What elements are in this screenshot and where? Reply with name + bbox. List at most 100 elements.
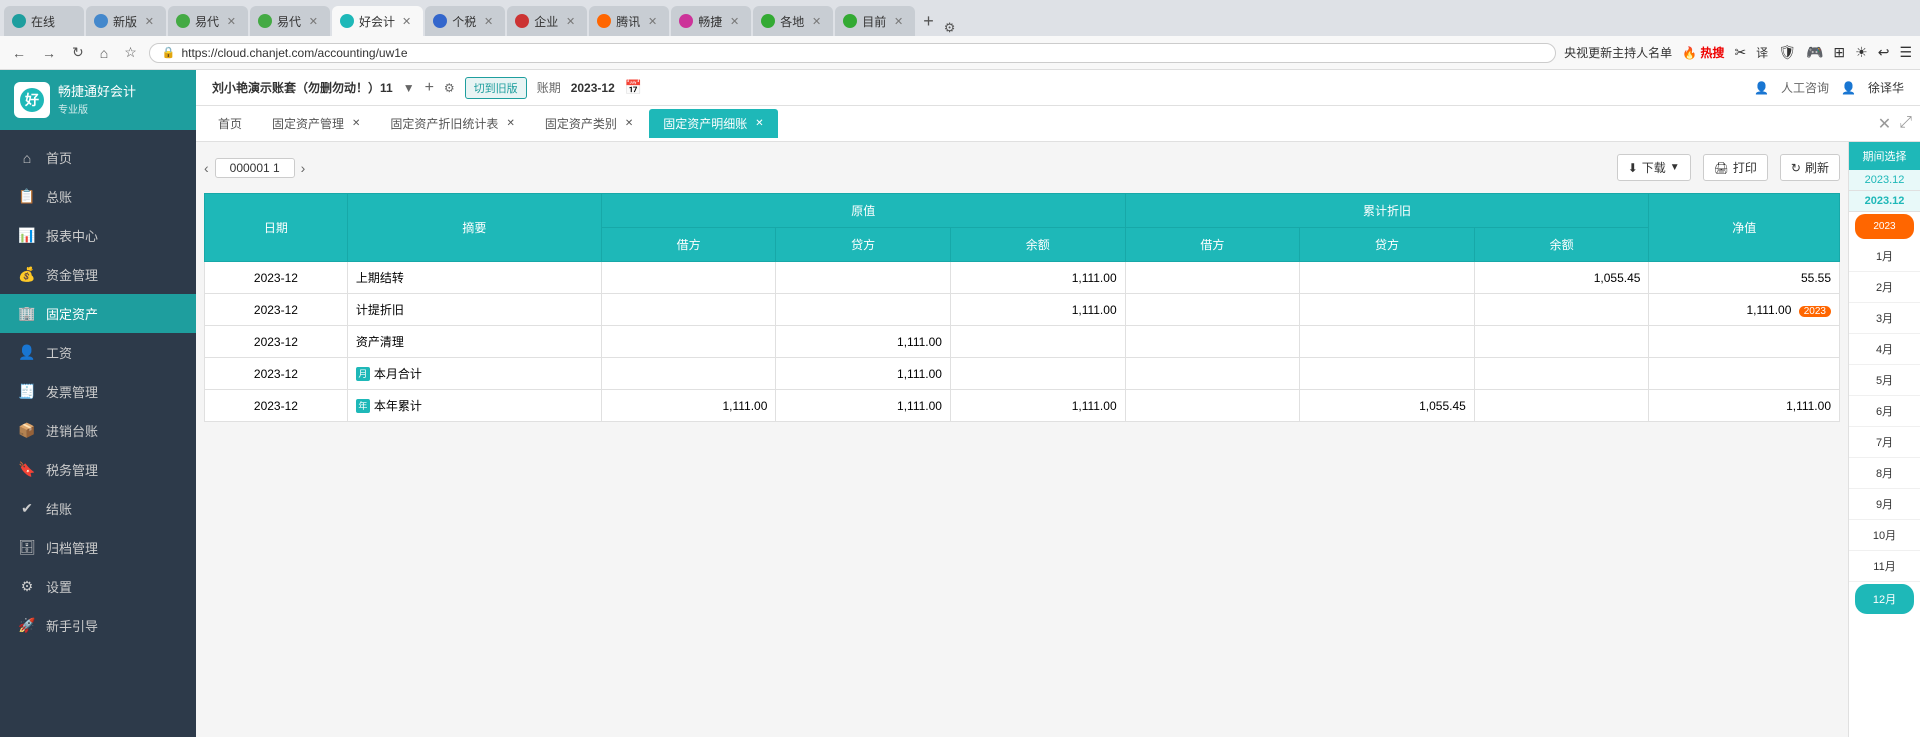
sun-icon[interactable]: ☀ <box>1855 44 1868 61</box>
tab-fixed-mgmt-label: 固定资产管理 <box>272 115 344 132</box>
tab-close-11[interactable]: ✕ <box>892 14 905 29</box>
translate-icon[interactable]: 译 <box>1756 44 1768 61</box>
tab-close-dep-stats[interactable]: ✕ <box>506 118 514 129</box>
tab-close-4[interactable]: ✕ <box>307 14 320 29</box>
browser-tab-10[interactable]: 各地 ✕ <box>753 6 833 36</box>
browser-tab-1[interactable]: 在线 <box>4 6 84 36</box>
sidebar-item-settings[interactable]: ⚙ 设置 <box>0 567 196 606</box>
tab-depreciation-stats[interactable]: 固定资产折旧统计表 ✕ <box>376 109 528 138</box>
help-icon: 👤 <box>1754 81 1769 95</box>
period-month-8[interactable]: 8月 <box>1849 458 1920 489</box>
period-month-4[interactable]: 4月 <box>1849 334 1920 365</box>
print-button[interactable]: 🖨 打印 <box>1703 154 1768 181</box>
table-row: 2023-12 上期结转 1,111.00 1,055.45 55.55 <box>205 262 1840 294</box>
period-month-5[interactable]: 5月 <box>1849 365 1920 396</box>
sidebar-item-reports[interactable]: 📊 报表中心 <box>0 216 196 255</box>
sidebar-item-fund[interactable]: 💰 资金管理 <box>0 255 196 294</box>
browser-tab-bar: 在线 新版 ✕ 易代 ✕ 易代 ✕ 好会计 ✕ 个税 ✕ 企业 <box>0 0 1920 36</box>
row2-orig-debit <box>601 294 776 326</box>
browser-tab-8[interactable]: 腾讯 ✕ <box>589 6 669 36</box>
tab-close-fixed-mgmt[interactable]: ✕ <box>352 118 360 129</box>
tab-asset-detail[interactable]: 固定资产明细账 ✕ <box>649 109 777 138</box>
period-month-9[interactable]: 9月 <box>1849 489 1920 520</box>
sidebar-item-stock[interactable]: 📦 进销台账 <box>0 411 196 450</box>
sidebar-item-guide[interactable]: 🚀 新手引导 <box>0 606 196 645</box>
tab-settings-icon[interactable]: ⚙ <box>944 20 956 36</box>
prev-page-button[interactable]: ‹ <box>204 160 209 176</box>
menu-label-ledger: 总账 <box>46 187 72 206</box>
row3-orig-debit <box>601 326 776 358</box>
tab-close-9[interactable]: ✕ <box>728 14 741 29</box>
scissors-icon[interactable]: ✂ <box>1734 44 1746 61</box>
new-tab-button[interactable]: + <box>917 6 940 36</box>
browser-tab-3[interactable]: 易代 ✕ <box>168 6 248 36</box>
sidebar-item-tax[interactable]: 🔖 税务管理 <box>0 450 196 489</box>
sidebar-item-invoice[interactable]: 🧾 发票管理 <box>0 372 196 411</box>
tab-close-asset-detail[interactable]: ✕ <box>755 118 763 129</box>
sidebar-item-archive[interactable]: 🗄 归档管理 <box>0 528 196 567</box>
dropdown-icon[interactable]: ▼ <box>403 81 415 95</box>
browser-tab-5[interactable]: 好会计 ✕ <box>332 6 423 36</box>
help-btn[interactable]: 人工咨询 <box>1781 79 1829 96</box>
user-btn[interactable]: 徐译华 <box>1868 79 1904 96</box>
forward-button[interactable]: → <box>38 45 60 61</box>
browser-tab-6[interactable]: 个税 ✕ <box>425 6 505 36</box>
browser-tab-11[interactable]: 目前 ✕ <box>835 6 915 36</box>
period-month-2[interactable]: 2月 <box>1849 272 1920 303</box>
undo-icon[interactable]: ↩ <box>1878 44 1890 61</box>
next-page-button[interactable]: › <box>301 160 306 176</box>
home-nav-button[interactable]: ⌂ <box>96 45 112 61</box>
tab-close-7[interactable]: ✕ <box>564 14 577 29</box>
sidebar-item-home[interactable]: ⌂ 首页 <box>0 138 196 177</box>
tab-asset-category[interactable]: 固定资产类别 ✕ <box>531 109 647 138</box>
switch-version-button[interactable]: 切到旧版 <box>465 77 527 99</box>
header-date: 日期 <box>205 194 348 262</box>
period-month-7[interactable]: 7月 <box>1849 427 1920 458</box>
grid-icon[interactable]: ⊞ <box>1833 44 1845 61</box>
tab-close-3[interactable]: ✕ <box>225 14 238 29</box>
period-month-3[interactable]: 3月 <box>1849 303 1920 334</box>
refresh-button[interactable]: ↻ 刷新 <box>1780 154 1840 181</box>
browser-tab-9[interactable]: 畅捷 ✕ <box>671 6 751 36</box>
browser-tab-2[interactable]: 新版 ✕ <box>86 6 166 36</box>
page-number-box[interactable]: 000001 1 <box>215 158 295 178</box>
period-year-badge[interactable]: 2023 <box>1855 214 1914 239</box>
sidebar-item-closeacc[interactable]: ✔ 结账 <box>0 489 196 528</box>
add-account-btn[interactable]: + <box>425 79 434 97</box>
tab-expand-icon[interactable]: ⤢ <box>1899 114 1912 134</box>
sidebar-item-fixed-assets[interactable]: 🏢 固定资产 <box>0 294 196 333</box>
download-button[interactable]: ⬇ 下载 ▼ <box>1617 154 1691 181</box>
tab-home[interactable]: 首页 <box>204 109 256 138</box>
tab-close-asset-cat[interactable]: ✕ <box>625 118 633 129</box>
settings-small-icon[interactable]: ⚙ <box>444 81 455 95</box>
reload-button[interactable]: ↻ <box>68 44 88 61</box>
settings-icon: ⚙ <box>18 578 36 596</box>
logo-text-block: 畅捷通好会计 专业版 <box>58 84 136 116</box>
bookmark-button[interactable]: ☆ <box>120 44 141 61</box>
sidebar-item-wage[interactable]: 👤 工资 <box>0 333 196 372</box>
address-bar[interactable]: 🔒 https://cloud.chanjet.com/accounting/u… <box>149 43 1556 63</box>
back-button[interactable]: ← <box>8 45 30 61</box>
period-label: 账期 <box>537 79 561 96</box>
tab-fixed-mgmt[interactable]: 固定资产管理 ✕ <box>258 109 374 138</box>
calendar-icon[interactable]: 📅 <box>625 79 642 96</box>
tab-close-2[interactable]: ✕ <box>143 14 156 29</box>
tab-close-8[interactable]: ✕ <box>646 14 659 29</box>
shield-icon[interactable]: 🛡 <box>1778 44 1796 61</box>
period-month-6[interactable]: 6月 <box>1849 396 1920 427</box>
tab-close-5[interactable]: ✕ <box>400 14 413 29</box>
tab-close-10[interactable]: ✕ <box>810 14 823 29</box>
period-month-1[interactable]: 1月 <box>1849 241 1920 272</box>
tab-close-all-icon[interactable]: ✕ <box>1878 114 1891 134</box>
game-icon[interactable]: 🎮 <box>1806 44 1823 61</box>
browser-tab-4[interactable]: 易代 ✕ <box>250 6 330 36</box>
period-month-10[interactable]: 10月 <box>1849 520 1920 551</box>
browser-tab-7[interactable]: 企业 ✕ <box>507 6 587 36</box>
tab-favicon-11 <box>843 14 857 28</box>
period-month-12[interactable]: 12月 <box>1855 584 1914 614</box>
period-month-11[interactable]: 11月 <box>1849 551 1920 582</box>
tab-close-6[interactable]: ✕ <box>482 14 495 29</box>
tab-title-7: 企业 <box>534 13 559 30</box>
menu-icon[interactable]: ☰ <box>1899 44 1912 61</box>
sidebar-item-ledger[interactable]: 📋 总账 <box>0 177 196 216</box>
